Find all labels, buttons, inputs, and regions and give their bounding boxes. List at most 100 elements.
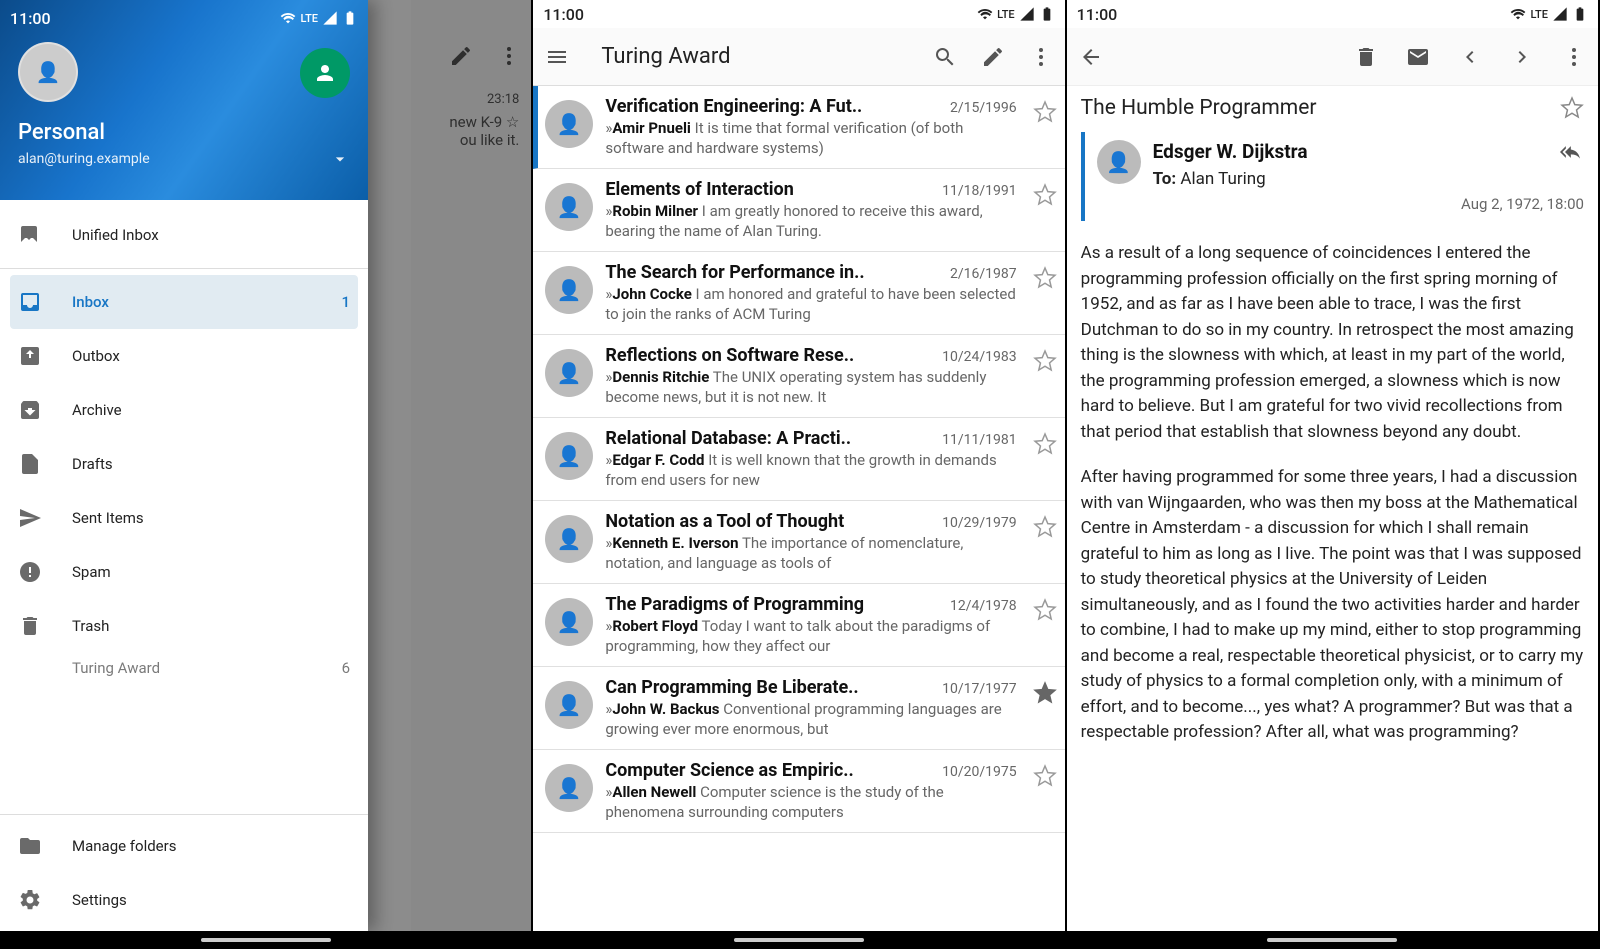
preview: »Amir Pnueli It is time that formal veri… (605, 119, 1016, 158)
folder-trash[interactable]: Trash (0, 599, 368, 653)
message-subject: The Humble Programmer (1081, 96, 1548, 120)
subject: Reflections on Software Rese.. (605, 345, 934, 366)
delete-icon[interactable] (1354, 45, 1378, 69)
sender-avatar[interactable]: 👤 (545, 183, 593, 231)
message-row[interactable]: 👤 Elements of Interaction 11/18/1991 »Robin… (533, 169, 1064, 252)
account-switcher[interactable]: alan@turing.example (18, 149, 350, 169)
sender-avatar[interactable]: 👤 (545, 681, 593, 729)
sender-avatar[interactable]: 👤 (545, 432, 593, 480)
folder-title: Turing Award (601, 44, 908, 69)
star-icon[interactable] (1033, 432, 1057, 456)
sender-avatar[interactable]: 👤 (1097, 140, 1141, 184)
mark-unread-icon[interactable] (1406, 45, 1430, 69)
message-row[interactable]: 👤Notation as a Tool of Thought10/29/1979… (533, 501, 1064, 584)
prev-icon[interactable] (1458, 45, 1482, 69)
sender-avatar[interactable]: 👤 (545, 515, 593, 563)
message-row[interactable]: 👤 Verification Engineering: A Fut.. 2/15/1… (533, 86, 1064, 169)
status-bar: 11:00 LTE (10, 4, 358, 32)
inbox-icon (18, 290, 42, 314)
network-label: LTE (1530, 8, 1548, 21)
compose-icon[interactable] (981, 45, 1005, 69)
sender-name: Edsger W. Dijkstra (1153, 140, 1556, 163)
preview: »Robert Floyd Today I want to talk about… (605, 617, 1016, 656)
star-icon[interactable] (1033, 515, 1057, 539)
folder-sent[interactable]: Sent Items (0, 491, 368, 545)
message-row[interactable]: 👤The Paradigms of Programming12/4/1978»R… (533, 584, 1064, 667)
folder-outbox[interactable]: Outbox (0, 329, 368, 383)
sender-avatar[interactable]: 👤 (545, 100, 593, 148)
sender-avatar[interactable]: 👤 (545, 349, 593, 397)
list-toolbar: Turing Award (533, 28, 1064, 86)
menu-icon[interactable] (545, 45, 569, 69)
send-icon (18, 506, 42, 530)
settings[interactable]: Settings (0, 873, 368, 927)
status-bar: 11:00 LTE (533, 0, 1064, 28)
date: 11/18/1991 (942, 183, 1017, 199)
drawer-header: 11:00 LTE 👤 Personal alan@turing.example (0, 0, 368, 200)
next-icon[interactable] (1510, 45, 1534, 69)
folder-drafts[interactable]: Drafts (0, 437, 368, 491)
message-view[interactable]: The Humble Programmer 👤 Edsger W. Dijkst… (1067, 86, 1598, 931)
subject: The Search for Performance in.. (605, 262, 942, 283)
star-icon[interactable] (1033, 100, 1057, 124)
add-account-button[interactable] (300, 48, 350, 98)
star-icon[interactable] (1033, 183, 1057, 207)
message-row[interactable]: 👤Relational Database: A Practi..11/11/19… (533, 418, 1064, 501)
star-icon[interactable] (1033, 598, 1057, 622)
more-icon[interactable] (1029, 45, 1053, 69)
subject: The Paradigms of Programming (605, 594, 942, 615)
date: 10/20/1975 (942, 764, 1017, 780)
preview: »Edgar F. Codd It is well known that the… (605, 451, 1016, 490)
battery-icon (342, 10, 358, 26)
date: 2/15/1996 (950, 100, 1017, 116)
sender-avatar[interactable]: 👤 (545, 764, 593, 812)
star-icon[interactable] (1560, 96, 1584, 120)
inbox-all-icon (18, 223, 42, 247)
message-row[interactable]: 👤 Reflections on Software Rese.. 10/24/198… (533, 335, 1064, 418)
spam-icon (18, 560, 42, 584)
gear-icon (18, 888, 42, 912)
preview: »John W. Backus Conventional programming… (605, 700, 1016, 739)
subject: Can Programming Be Liberate.. (605, 677, 934, 698)
star-icon[interactable] (1033, 764, 1057, 788)
message-row[interactable]: 👤Can Programming Be Liberate..10/17/1977… (533, 667, 1064, 750)
star-icon[interactable] (1033, 349, 1057, 373)
folder-spam[interactable]: Spam (0, 545, 368, 599)
panel-list: 11:00 LTE Turing Award 👤 Verification Eng… (533, 0, 1066, 949)
preview: »Kenneth E. Iverson The importance of no… (605, 534, 1016, 573)
manage-folders[interactable]: Manage folders (0, 819, 368, 873)
subject: Elements of Interaction (605, 179, 934, 200)
star-icon[interactable] (1033, 681, 1057, 705)
nav-bar (1067, 931, 1598, 949)
sender-avatar[interactable]: 👤 (545, 598, 593, 646)
back-icon[interactable] (1079, 45, 1103, 69)
reply-all-icon[interactable] (1556, 142, 1584, 162)
message-body: As a result of a long sequence of coinci… (1081, 241, 1584, 746)
folder-icon (18, 834, 42, 858)
folder-unified[interactable]: Unified Inbox (0, 208, 368, 262)
star-icon[interactable] (1033, 266, 1057, 290)
wifi-icon (1510, 6, 1526, 22)
recipient-row: To: Alan Turing (1153, 169, 1584, 189)
sender-avatar[interactable]: 👤 (545, 266, 593, 314)
folder-archive[interactable]: Archive (0, 383, 368, 437)
account-avatar[interactable]: 👤 (18, 42, 78, 102)
battery-icon (1572, 6, 1588, 22)
folder-inbox[interactable]: Inbox 1 (10, 275, 358, 329)
message-row[interactable]: 👤The Search for Performance in..2/16/198… (533, 252, 1064, 335)
preview: »Allen Newell Computer science is the st… (605, 783, 1016, 822)
message-date: Aug 2, 1972, 18:00 (1153, 195, 1584, 213)
folder-turing-award[interactable]: Turing Award 6 (0, 653, 368, 683)
message-list[interactable]: 👤 Verification Engineering: A Fut.. 2/15/1… (533, 86, 1064, 931)
status-time: 11:00 (543, 5, 584, 24)
more-icon[interactable] (1562, 45, 1586, 69)
date: 10/24/1983 (942, 349, 1017, 365)
network-label: LTE (997, 8, 1015, 21)
search-icon[interactable] (933, 45, 957, 69)
account-name: Personal (18, 120, 350, 145)
message-row[interactable]: 👤Computer Science as Empiric..10/20/1975… (533, 750, 1064, 833)
wifi-icon (280, 10, 296, 26)
preview: »Robin Milner I am greatly honored to re… (605, 202, 1016, 241)
subject: Verification Engineering: A Fut.. (605, 96, 942, 117)
folder-list: Unified Inbox Inbox 1 Outbox Archive (0, 200, 368, 814)
